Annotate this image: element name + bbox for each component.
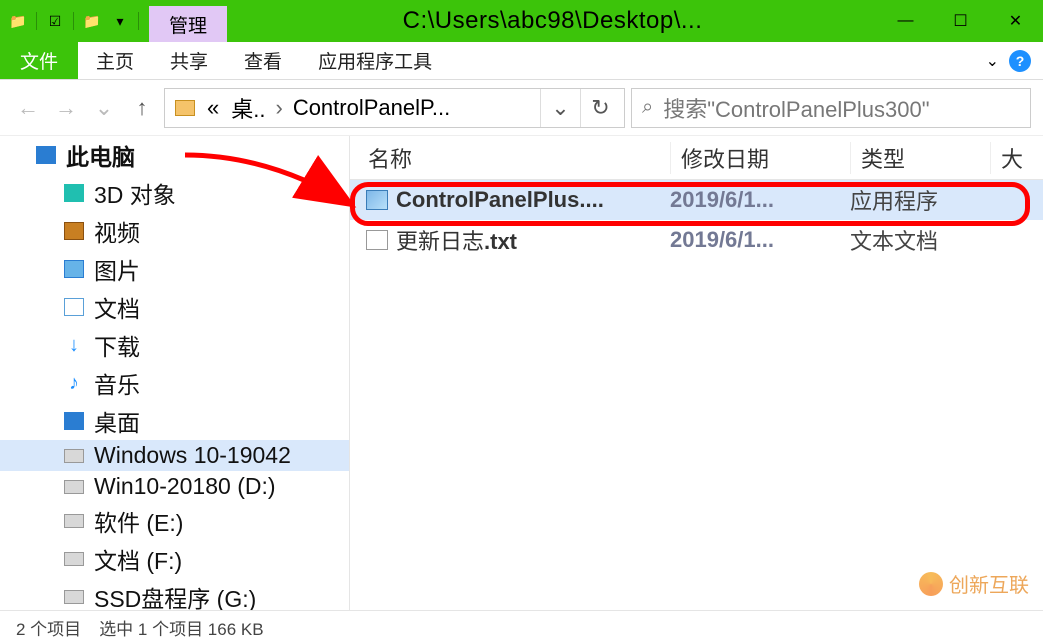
up-button[interactable]: ↑ [126,92,158,124]
sidebar-item-5[interactable]: ↓ 下载 [0,326,349,364]
app-tools-tab[interactable]: 应用程序工具 [300,42,450,79]
quick-access-toolbar: 📁 ☑ 📁 ▾ [0,0,147,42]
ribbon-tabs: 文件 主页 共享 查看 应用程序工具 ⌄ ? [0,42,1043,80]
sidebar-item-6[interactable]: ♪ 音乐 [0,364,349,402]
ic-pc-icon [36,146,56,164]
view-tab[interactable]: 查看 [226,42,300,79]
file-list-pane: 名称 修改日期 类型 大 ControlPanelPlus....2019/6/… [350,136,1043,610]
qat-dropdown-icon[interactable]: ▾ [110,11,130,31]
help-icon[interactable]: ? [1009,50,1031,72]
sidebar-item-label: 软件 (E:) [94,504,183,538]
window-title: C:\Users\abc98\Desktop\... [227,0,878,42]
search-input[interactable]: ⌕ 搜索"ControlPanelPlus300" [631,88,1031,128]
sidebar-item-label: 视频 [94,214,140,248]
file-menu[interactable]: 文件 [0,42,78,79]
status-bar: 2 个项目 选中 1 个项目 166 KB [0,610,1043,644]
ribbon-expand-icon[interactable]: ⌄ [986,51,999,71]
ic-3d-icon [64,184,84,202]
title-bar: 📁 ☑ 📁 ▾ 管理 C:\Users\abc98\Desktop\... — … [0,0,1043,42]
ic-drv-icon [64,480,84,494]
manage-tab[interactable]: 管理 [149,6,227,42]
search-icon: ⌕ [642,96,653,119]
watermark-icon [919,572,943,596]
file-date: 2019/6/1... [670,227,850,253]
sidebar-item-1[interactable]: 3D 对象 [0,174,349,212]
navigation-pane[interactable]: 此电脑 3D 对象视频图片文档 ↓ 下载 ♪ 音乐桌面 Windows 10-19042 Wi… [0,136,350,610]
ic-doc-icon [64,298,84,316]
folder-icon-2: 📁 [82,11,102,31]
pin-icon[interactable]: ☑ [45,11,65,31]
sidebar-item-2[interactable]: 视频 [0,212,349,250]
sidebar-item-12[interactable]: SSD盘程序 (G:) [0,578,349,610]
back-button[interactable]: ← [12,92,44,124]
file-date: 2019/6/1... [670,187,850,213]
forward-button[interactable]: → [50,92,82,124]
sidebar-item-8[interactable]: Windows 10-19042 [0,440,349,471]
sidebar-item-label: 图片 [94,252,140,286]
address-bar[interactable]: « 桌.. › ControlPanelP... ⌄ ↻ [164,88,625,128]
sidebar-item-label: 下载 [94,328,140,362]
share-tab[interactable]: 共享 [152,42,226,79]
sidebar-item-label: 桌面 [94,404,140,438]
watermark-text: 创新互联 [949,569,1029,598]
sidebar-item-10[interactable]: 软件 (E:) [0,502,349,540]
status-item-count: 2 个项目 [16,615,81,640]
sidebar-item-label: 文档 [94,290,140,324]
ic-desk-icon [64,412,84,430]
sidebar-item-11[interactable]: 文档 (F:) [0,540,349,578]
ic-mus-icon: ♪ [64,374,84,392]
watermark: 创新互联 [919,569,1029,598]
refresh-button[interactable]: ↻ [580,89,620,127]
folder-icon: 📁 [8,11,28,31]
sidebar-item-label: Windows 10-19042 [94,442,291,469]
sidebar-item-label: SSD盘程序 (G:) [94,580,256,610]
ic-drv-icon [64,449,84,463]
breadcrumb-ellipsis[interactable]: « [201,95,225,121]
folder-icon [175,100,195,116]
file-exe-icon [366,190,388,210]
column-name[interactable]: 名称 [350,142,670,174]
address-dropdown-icon[interactable]: ⌄ [540,89,580,127]
file-txt-icon [366,230,388,250]
file-name: ControlPanelPlus.... [396,187,670,213]
sidebar-item-label: 音乐 [94,366,140,400]
sidebar-item-label: 文档 (F:) [94,542,182,576]
search-placeholder: 搜索"ControlPanelPlus300" [663,92,929,124]
chevron-right-icon[interactable]: › [271,95,286,121]
address-bar-row: ← → ⌄ ↑ « 桌.. › ControlPanelP... ⌄ ↻ ⌕ 搜… [0,80,1043,136]
sidebar-item-4[interactable]: 文档 [0,288,349,326]
sidebar-item-label: Win10-20180 (D:) [94,473,276,500]
column-date[interactable]: 修改日期 [670,142,850,174]
column-headers: 名称 修改日期 类型 大 [350,136,1043,180]
ic-pic-icon [64,260,84,278]
sidebar-item-9[interactable]: Win10-20180 (D:) [0,471,349,502]
close-button[interactable]: ✕ [988,0,1043,42]
sidebar-item-0[interactable]: 此电脑 [0,136,349,174]
sidebar-item-3[interactable]: 图片 [0,250,349,288]
ic-drv-icon [64,590,84,604]
minimize-button[interactable]: — [878,0,933,42]
sidebar-item-label: 3D 对象 [94,176,176,210]
sidebar-item-label: 此电脑 [66,138,135,172]
file-type: 文本文档 [850,224,990,256]
ic-vid-icon [64,222,84,240]
column-type[interactable]: 类型 [850,142,990,174]
sidebar-item-7[interactable]: 桌面 [0,402,349,440]
file-row-1[interactable]: 更新日志.txt2019/6/1...文本文档 [350,220,1043,260]
maximize-button[interactable]: ☐ [933,0,988,42]
breadcrumb-seg-1[interactable]: 桌.. [225,92,271,124]
ic-drv-icon [64,552,84,566]
ic-drv-icon [64,514,84,528]
file-name: 更新日志.txt [396,224,670,256]
file-type: 应用程序 [850,184,990,216]
ic-dl-icon: ↓ [64,336,84,354]
recent-dropdown[interactable]: ⌄ [88,92,120,124]
breadcrumb-seg-2[interactable]: ControlPanelP... [287,95,456,121]
status-selection: 选中 1 个项目 166 KB [99,615,263,640]
column-size[interactable]: 大 [990,142,1043,174]
home-tab[interactable]: 主页 [78,42,152,79]
file-row-0[interactable]: ControlPanelPlus....2019/6/1...应用程序 [350,180,1043,220]
